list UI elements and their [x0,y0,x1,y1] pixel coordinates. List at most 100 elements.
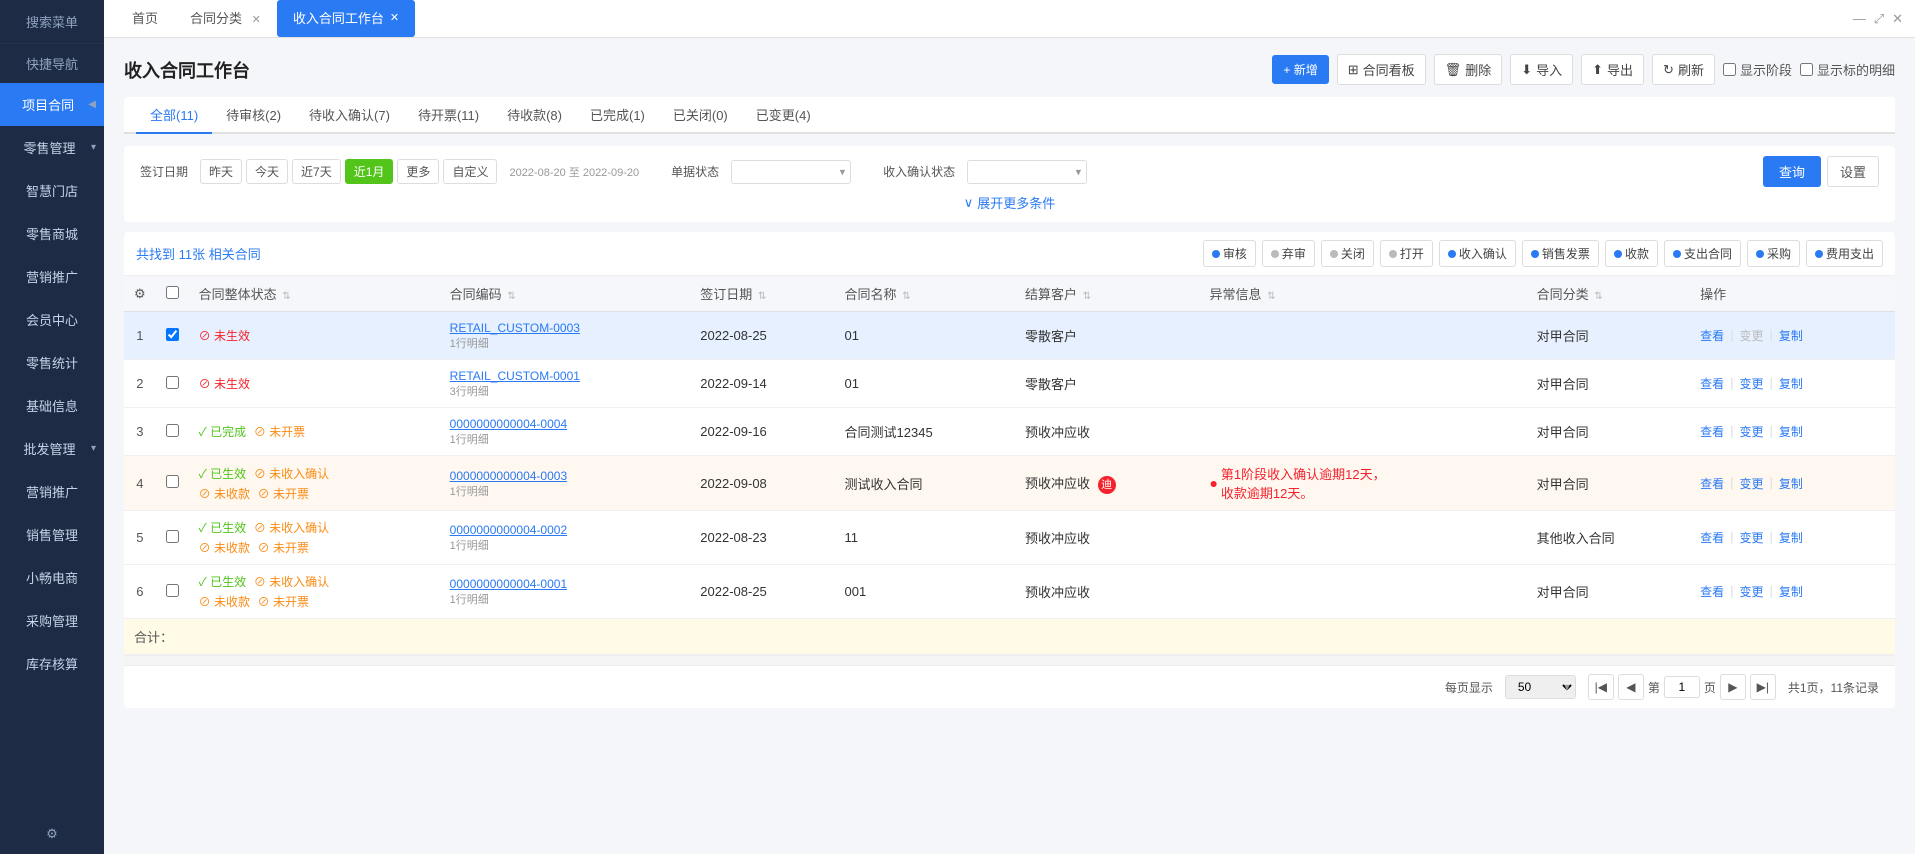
view-link[interactable]: 查看 [1700,375,1724,392]
close-icon[interactable]: ✕ [1892,11,1903,27]
sidebar-item-member-center[interactable]: 会员中心 [0,298,104,341]
contract-board-button[interactable]: ⊞ 合同看板 [1337,54,1426,85]
row-checkbox[interactable] [156,511,189,565]
sidebar-item-retail-mall[interactable]: 零售商城 [0,212,104,255]
sidebar-search[interactable]: 搜索菜单 [0,0,104,44]
sidebar-item-retail-stats[interactable]: 零售统计 [0,341,104,384]
sidebar-item-smart-store[interactable]: 智慧门店 [0,169,104,212]
status-tab-completed[interactable]: 已完成(1) [576,97,659,134]
contract-code-link[interactable]: 0000000000004-0001 [450,577,567,591]
status-tab-pending-confirm[interactable]: 待收入确认(7) [295,97,404,134]
view-link[interactable]: 查看 [1700,529,1724,546]
sidebar-item-xiaochangec[interactable]: 小畅电商 [0,556,104,599]
action-abandon[interactable]: 弃审 [1262,240,1315,267]
contract-code-link[interactable]: RETAIL_CUSTOM-0001 [450,369,580,383]
settings-col-header[interactable]: ⚙ [124,276,156,312]
view-link[interactable]: 查看 [1700,583,1724,600]
copy-link[interactable]: 复制 [1779,475,1803,492]
last-page-btn[interactable]: ▶| [1750,674,1776,700]
sidebar-item-inventory[interactable]: 库存核算 [0,642,104,685]
copy-link[interactable]: 复制 [1779,327,1803,344]
contract-code-link[interactable]: 0000000000004-0002 [450,523,567,537]
refresh-button[interactable]: ↻ 刷新 [1652,54,1715,85]
view-link[interactable]: 查看 [1700,423,1724,440]
expand-row[interactable]: ∨ 展开更多条件 [140,193,1879,212]
tab-close-contract-category[interactable]: ✕ [252,14,261,26]
view-link[interactable]: 查看 [1700,475,1724,492]
sidebar-item-sales-mgmt[interactable]: 销售管理 [0,513,104,556]
status-tab-pending-invoice[interactable]: 待开票(11) [404,97,493,134]
action-expense-out[interactable]: 费用支出 [1806,240,1883,267]
edit-link[interactable]: 变更 [1740,529,1764,546]
view-link[interactable]: 查看 [1700,327,1724,344]
contract-code-link[interactable]: 0000000000004-0004 [450,417,567,431]
sidebar-item-retail-mgmt[interactable]: 零售管理 ▾ [0,126,104,169]
import-button[interactable]: ⬇ 导入 [1510,54,1573,85]
status-tab-all[interactable]: 全部(11) [136,97,212,134]
tab-income-contract[interactable]: 收入合同工作台 ✕ [277,0,415,37]
contract-code-link[interactable]: 0000000000004-0003 [450,469,567,483]
date-btn-today[interactable]: 今天 [246,159,288,184]
date-btn-more[interactable]: 更多 [397,159,439,184]
add-button[interactable]: + 新增 [1272,55,1328,84]
edit-link[interactable]: 变更 [1740,475,1764,492]
checkbox-col-header[interactable] [156,276,189,312]
row-checkbox[interactable] [156,408,189,456]
row-checkbox[interactable] [156,565,189,619]
edit-link[interactable]: 变更 [1740,583,1764,600]
action-purchase[interactable]: 采购 [1747,240,1800,267]
status-tab-pending-review[interactable]: 待审核(2) [212,97,295,134]
minimize-icon[interactable]: — [1853,11,1866,26]
row-checkbox[interactable] [156,312,189,360]
row-checkbox[interactable] [156,456,189,511]
copy-link[interactable]: 复制 [1779,529,1803,546]
tab-contract-category[interactable]: 合同分类 ✕ [174,0,277,37]
edit-link[interactable]: 变更 [1740,423,1764,440]
search-button[interactable]: 查询 [1763,156,1821,187]
first-page-btn[interactable]: |◀ [1588,674,1614,700]
sidebar-item-marketing2[interactable]: 营销推广 [0,470,104,513]
sidebar-item-basic-info[interactable]: 基础信息 [0,384,104,427]
sidebar-item-project-contract[interactable]: 项目合同 ◀ [0,83,104,126]
row-checkbox[interactable] [156,360,189,408]
export-button[interactable]: ⬆ 导出 [1581,54,1644,85]
prev-page-btn[interactable]: ◀ [1618,674,1644,700]
copy-link[interactable]: 复制 [1779,583,1803,600]
date-btn-1month[interactable]: 近1月 [345,159,394,184]
action-expense-contract[interactable]: 支出合同 [1664,240,1741,267]
next-page-btn[interactable]: ▶ [1720,674,1746,700]
show-stages-checkbox[interactable]: 显示阶段 [1723,60,1792,79]
delete-button[interactable]: 🗑 删除 [1434,54,1503,85]
edit-link[interactable]: 变更 [1740,375,1764,392]
sidebar-settings[interactable]: ⚙ [0,814,104,854]
contract-code-link[interactable]: RETAIL_CUSTOM-0003 [450,321,580,335]
tab-home[interactable]: 首页 [116,0,174,37]
sidebar-item-wholesale-mgmt[interactable]: 批发管理 ▾ [0,427,104,470]
page-input[interactable] [1664,676,1700,698]
status-tab-pending-collect[interactable]: 待收款(8) [493,97,576,134]
tab-close-income-contract[interactable]: ✕ [390,11,399,24]
sidebar-item-purchase-mgmt[interactable]: 采购管理 [0,599,104,642]
settings-button[interactable]: 设置 [1827,156,1879,187]
date-btn-yesterday[interactable]: 昨天 [200,159,242,184]
income-confirm-select[interactable] [967,160,1087,184]
action-sales-invoice[interactable]: 销售发票 [1522,240,1599,267]
action-collect[interactable]: 收款 [1605,240,1658,267]
copy-link[interactable]: 复制 [1779,375,1803,392]
select-all-checkbox[interactable] [166,286,179,299]
maximize-icon[interactable]: ⤢ [1874,11,1884,27]
action-income-confirm[interactable]: 收入确认 [1439,240,1516,267]
per-page-select[interactable]: 50 100 [1505,675,1576,699]
date-btn-custom[interactable]: 自定义 [443,159,497,184]
doc-status-select[interactable] [731,160,851,184]
status-tab-closed[interactable]: 已关闭(0) [659,97,742,134]
copy-link[interactable]: 复制 [1779,423,1803,440]
action-print[interactable]: 打开 [1380,240,1433,267]
sidebar-item-marketing[interactable]: 营销推广 [0,255,104,298]
date-btn-7days[interactable]: 近7天 [292,159,341,184]
horizontal-scrollbar[interactable] [124,655,1895,665]
action-close[interactable]: 关闭 [1321,240,1374,267]
show-details-checkbox[interactable]: 显示标的明细 [1800,60,1895,79]
action-review[interactable]: 审核 [1203,240,1256,267]
status-tab-changed[interactable]: 已变更(4) [742,97,825,134]
